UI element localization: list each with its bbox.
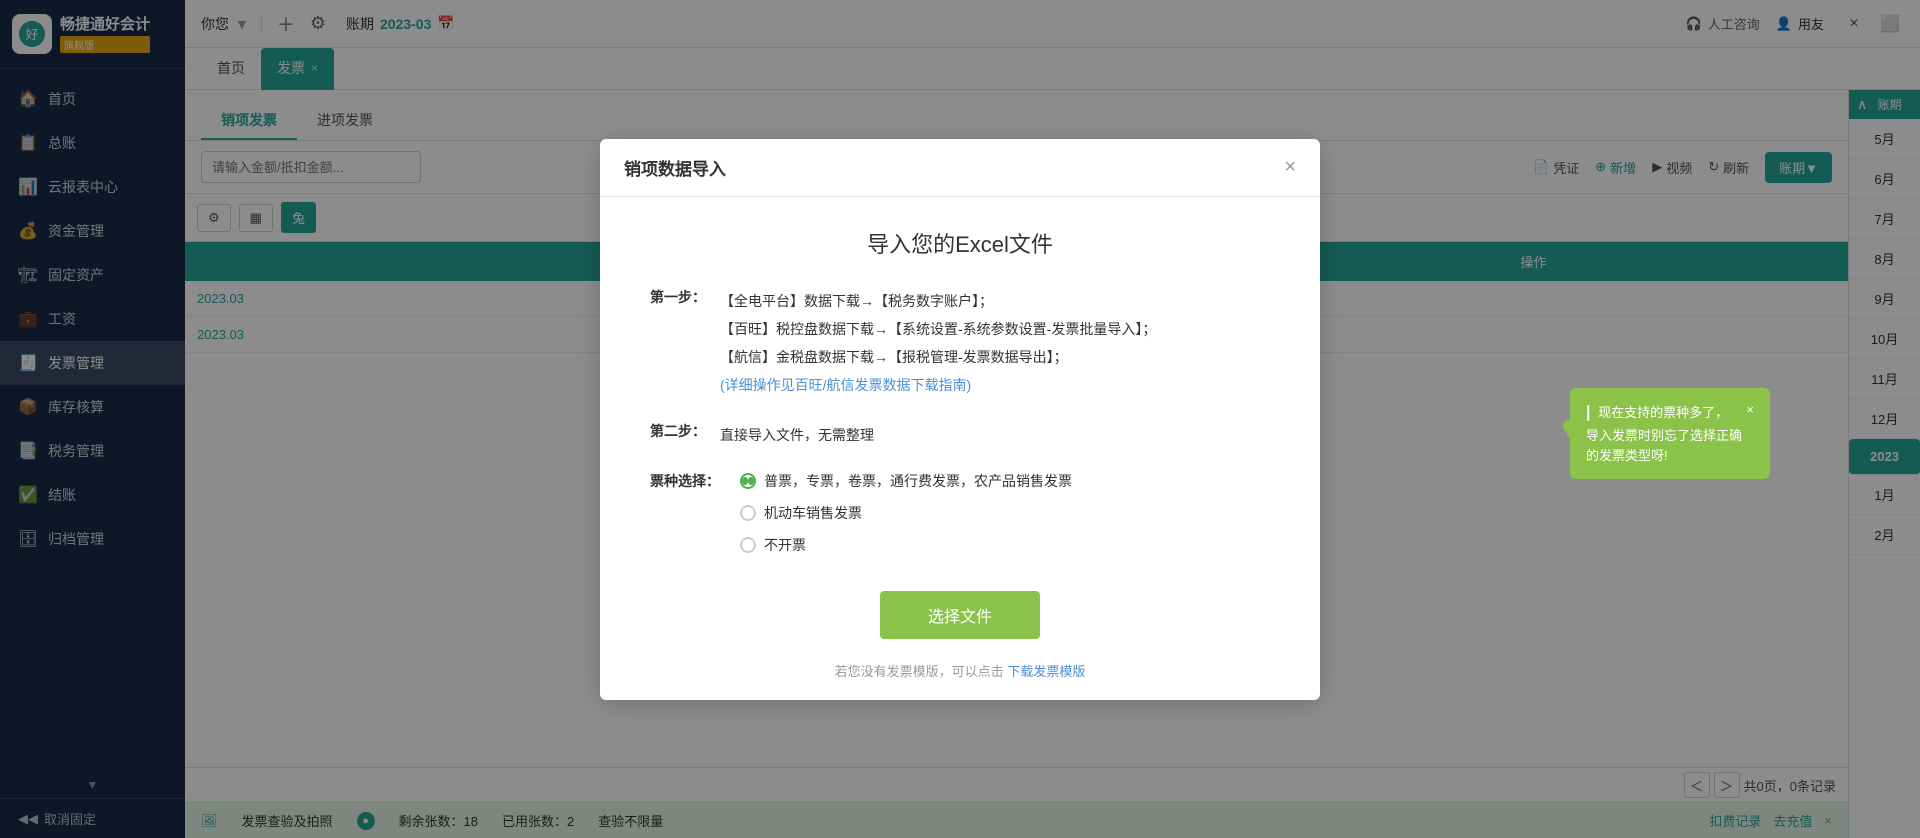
radio-item-general[interactable]: 普票，专票，卷票，通行费发票，农产品销售发票 xyxy=(740,471,1072,491)
modal-title: 销项数据导入 xyxy=(624,155,726,180)
radio-general-label: 普票，专票，卷票，通行费发票，农产品销售发票 xyxy=(764,471,1072,491)
modal-download: 若您没有发票模版，可以点击 下载发票模版 xyxy=(650,661,1270,680)
radio-no-invoice-circle xyxy=(740,537,756,553)
download-template-link[interactable]: 下载发票模版 xyxy=(1007,664,1085,679)
modal-overlay: 销项数据导入 × 导入您的Excel文件 第一步： 【全电平台】数据下载→【税务… xyxy=(0,0,1920,838)
modal-header: 销项数据导入 × xyxy=(600,139,1320,197)
step1-guide-link[interactable]: (详细操作见百旺/航信发票数据下载指南) xyxy=(720,377,971,393)
step2-label: 第二步： xyxy=(650,421,710,441)
radio-group: 普票，专票，卷票，通行费发票，农产品销售发票 机动车销售发票 不开票 xyxy=(730,471,1072,555)
step1-line2: 【百旺】税控盘数据下载→【系统设置-系统参数设置-发票批量导入】； xyxy=(720,315,1156,343)
step1-link-container: (详细操作见百旺/航信发票数据下载指南) xyxy=(720,371,1156,399)
radio-general-circle xyxy=(740,473,756,489)
import-modal: 销项数据导入 × 导入您的Excel文件 第一步： 【全电平台】数据下载→【税务… xyxy=(600,139,1320,700)
modal-step2: 第二步： 直接导入文件，无需整理 xyxy=(650,421,1270,449)
download-text: 若您没有发票模版，可以点击 xyxy=(835,664,1004,679)
radio-item-vehicle[interactable]: 机动车销售发票 xyxy=(740,503,1072,523)
radio-vehicle-label: 机动车销售发票 xyxy=(764,503,862,523)
ticket-select: 票种选择： 普票，专票，卷票，通行费发票，农产品销售发票 机动车销售发票 xyxy=(650,471,1270,555)
tooltip-text: 现在支持的票种多了，导入发票时别忘了选择正确的发票类型呀! xyxy=(1586,405,1742,463)
ticket-label: 票种选择： xyxy=(650,471,720,491)
modal-body: 导入您的Excel文件 第一步： 【全电平台】数据下载→【税务数字账户】； 【百… xyxy=(600,197,1320,700)
radio-vehicle-circle xyxy=(740,505,756,521)
step1-label: 第一步： xyxy=(650,287,710,307)
select-file-button[interactable]: 选择文件 xyxy=(880,591,1040,639)
modal-step1: 第一步： 【全电平台】数据下载→【税务数字账户】； 【百旺】税控盘数据下载→【系… xyxy=(650,287,1270,399)
tooltip-bar-icon: | xyxy=(1586,404,1590,421)
modal-footer: 选择文件 xyxy=(650,571,1270,649)
step2-content: 直接导入文件，无需整理 xyxy=(720,421,874,449)
tooltip-close-button[interactable]: × xyxy=(1746,400,1754,421)
radio-no-invoice-label: 不开票 xyxy=(764,535,806,555)
modal-main-title: 导入您的Excel文件 xyxy=(650,227,1270,259)
step1-line3: 【航信】金税盘数据下载→【报税管理-发票数据导出】； xyxy=(720,343,1156,371)
step1-line1: 【全电平台】数据下载→【税务数字账户】； xyxy=(720,287,1156,315)
tooltip-bubble: × | 现在支持的票种多了，导入发票时别忘了选择正确的发票类型呀! xyxy=(1570,388,1770,479)
radio-item-no-invoice[interactable]: 不开票 xyxy=(740,535,1072,555)
step1-content: 【全电平台】数据下载→【税务数字账户】； 【百旺】税控盘数据下载→【系统设置-系… xyxy=(720,287,1156,399)
modal-close-button[interactable]: × xyxy=(1284,157,1296,177)
